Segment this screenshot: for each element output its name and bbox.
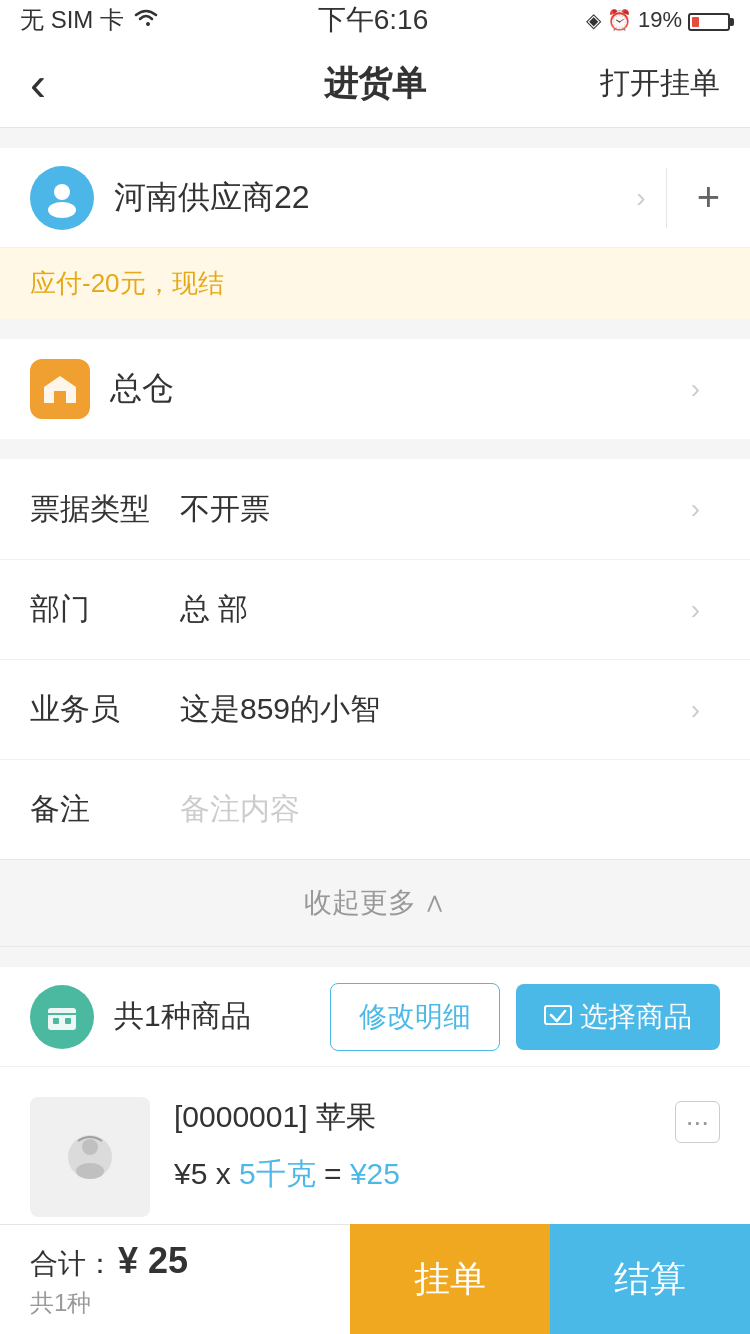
product-more: ··· — [675, 1097, 720, 1217]
department-label: 部门 — [30, 589, 160, 630]
salesman-row[interactable]: 业务员 这是859的小智 › — [0, 659, 750, 759]
supplier-section: 河南供应商22 › + 应付-20元，现结 — [0, 148, 750, 319]
chevron-right-icon: › — [636, 182, 645, 214]
svg-rect-3 — [48, 1008, 76, 1030]
status-left: 无 SIM 卡 — [20, 4, 160, 36]
warehouse-row[interactable]: 总仓 › — [0, 339, 750, 439]
checkout-button[interactable]: 结算 — [550, 1224, 750, 1334]
salesman-label: 业务员 — [30, 689, 160, 730]
product-count-text: 共1种商品 — [114, 996, 330, 1037]
gap3 — [0, 439, 750, 459]
hang-button[interactable]: 挂单 — [350, 1224, 550, 1334]
invoice-label: 票据类型 — [30, 489, 160, 530]
open-hang-button[interactable]: 打开挂单 — [600, 63, 720, 104]
gap1 — [0, 128, 750, 148]
svg-point-9 — [76, 1163, 104, 1179]
location-icon: ◈ — [586, 8, 601, 32]
equals: = — [324, 1157, 350, 1190]
back-button[interactable]: ‹ — [20, 50, 56, 118]
product-title: 苹果 — [316, 1100, 376, 1133]
invoice-value: 不开票 — [160, 489, 691, 530]
total-label: 合计： — [30, 1245, 114, 1283]
gap2 — [0, 319, 750, 339]
svg-point-8 — [82, 1139, 98, 1155]
status-right: ◈ ⏰ 19% — [586, 7, 730, 33]
product-info: [0000001] 苹果 ¥5 x 5千克 = ¥25 — [174, 1097, 651, 1217]
svg-rect-4 — [53, 1018, 59, 1024]
product-id: [0000001] — [174, 1100, 316, 1133]
add-supplier-button[interactable]: + — [697, 175, 720, 220]
collapse-row[interactable]: 收起更多 ∧ — [0, 859, 750, 947]
subtotal: ¥25 — [350, 1157, 400, 1190]
invoice-chevron-icon: › — [691, 493, 700, 525]
supplier-avatar — [30, 166, 94, 230]
salesman-value: 这是859的小智 — [160, 689, 691, 730]
svg-point-1 — [48, 202, 76, 218]
department-row[interactable]: 部门 总 部 › — [0, 559, 750, 659]
product-item: [0000001] 苹果 ¥5 x 5千克 = ¥25 ··· — [0, 1067, 750, 1247]
product-count-icon — [30, 985, 94, 1049]
carrier-text: 无 SIM 卡 — [20, 4, 124, 36]
time-display: 下午6:16 — [318, 1, 429, 39]
total-amount: ¥ 25 — [118, 1240, 188, 1282]
supplier-divider — [666, 168, 667, 228]
warehouse-icon — [30, 359, 90, 419]
svg-rect-2 — [54, 391, 66, 403]
invoice-row[interactable]: 票据类型 不开票 › — [0, 459, 750, 559]
quantity: 5千克 — [239, 1157, 316, 1190]
department-chevron-icon: › — [691, 594, 700, 626]
select-product-button[interactable]: 选择商品 — [516, 984, 720, 1050]
battery-icon — [688, 7, 730, 33]
more-options-button[interactable]: ··· — [675, 1101, 720, 1143]
svg-point-0 — [54, 184, 70, 200]
page-title: 进货单 — [324, 61, 426, 107]
product-header: 共1种商品 修改明细 选择商品 — [0, 967, 750, 1067]
total-count: 共1种 — [30, 1287, 320, 1319]
warehouse-name: 总仓 — [110, 367, 691, 411]
remark-row[interactable]: 备注 备注内容 — [0, 759, 750, 859]
supplier-row[interactable]: 河南供应商22 › + — [0, 148, 750, 248]
status-bar: 无 SIM 卡 下午6:16 ◈ ⏰ 19% — [0, 0, 750, 40]
remark-label: 备注 — [30, 789, 160, 830]
form-section: 票据类型 不开票 › 部门 总 部 › 业务员 这是859的小智 › 备注 备注… — [0, 459, 750, 859]
footer: 合计： ¥ 25 共1种 挂单 结算 — [0, 1224, 750, 1334]
gap4 — [0, 947, 750, 967]
remark-input[interactable]: 备注内容 — [160, 789, 720, 830]
department-value: 总 部 — [160, 589, 691, 630]
salesman-chevron-icon: › — [691, 694, 700, 726]
nav-bar: ‹ 进货单 打开挂单 — [0, 40, 750, 128]
battery-percent: 19% — [638, 7, 682, 33]
edit-detail-button[interactable]: 修改明细 — [330, 983, 500, 1051]
supplier-name: 河南供应商22 — [114, 176, 636, 220]
warehouse-chevron-icon: › — [691, 373, 700, 405]
product-name: [0000001] 苹果 — [174, 1097, 651, 1138]
svg-rect-5 — [65, 1018, 71, 1024]
footer-total: 合计： ¥ 25 共1种 — [0, 1224, 350, 1334]
product-price: ¥5 x 5千克 = ¥25 — [174, 1154, 651, 1195]
product-thumbnail — [30, 1097, 150, 1217]
collapse-text: 收起更多 ∧ — [304, 884, 447, 922]
unit-price: ¥5 x — [174, 1157, 239, 1190]
select-product-label: 选择商品 — [580, 998, 692, 1036]
supplier-alert: 应付-20元，现结 — [0, 248, 750, 319]
wifi-icon — [132, 6, 160, 34]
alarm-icon: ⏰ — [607, 8, 632, 32]
